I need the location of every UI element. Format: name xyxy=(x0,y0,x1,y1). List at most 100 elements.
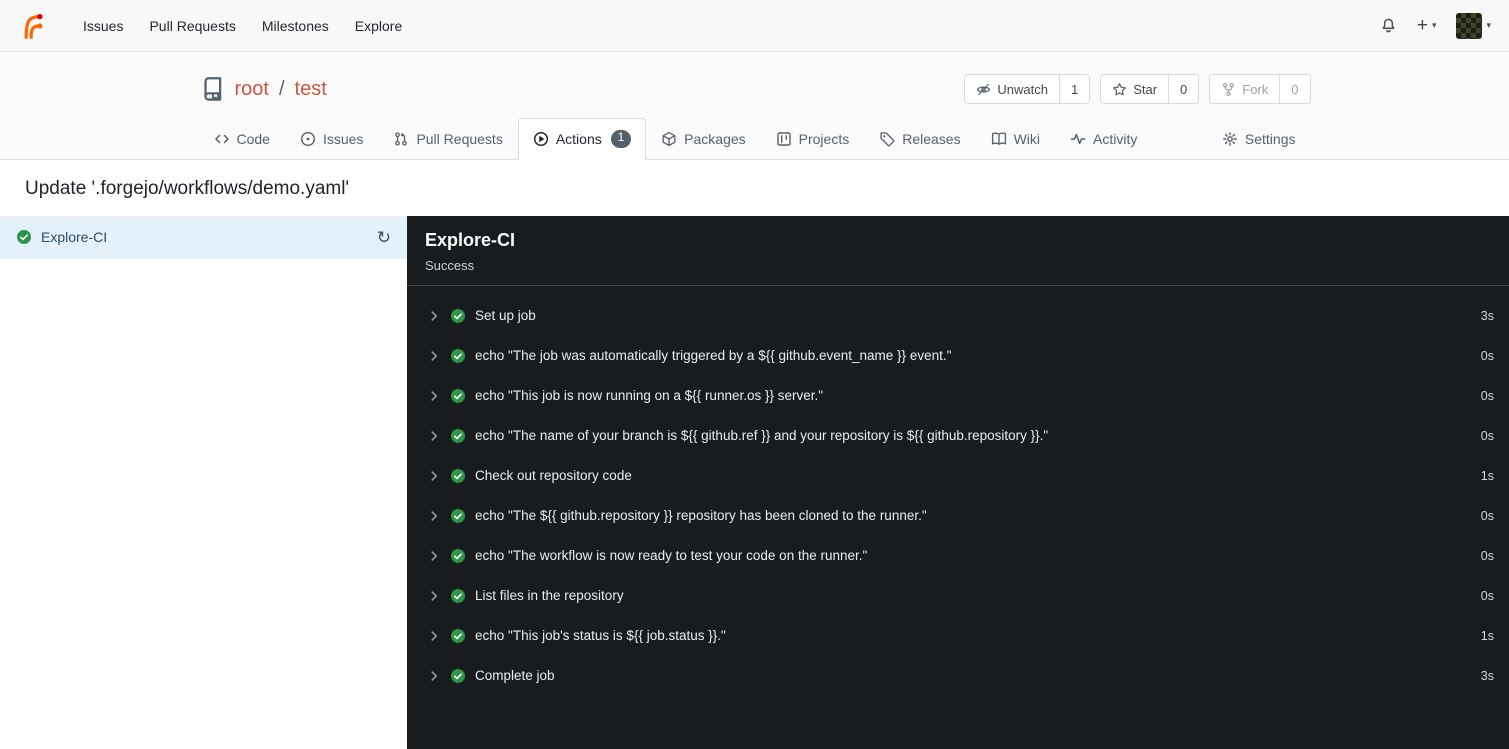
create-new-button[interactable]: + ▾ xyxy=(1417,16,1437,35)
user-menu[interactable]: ▾ xyxy=(1456,12,1491,39)
step-row[interactable]: echo "This job is now running on a ${{ r… xyxy=(427,376,1494,416)
nav-milestones[interactable]: Milestones xyxy=(249,10,342,42)
step-success-icon xyxy=(450,468,466,484)
fork-icon xyxy=(1221,82,1236,97)
step-row[interactable]: echo "The job was automatically triggere… xyxy=(427,336,1494,376)
unwatch-label: Unwatch xyxy=(997,81,1048,97)
avatar xyxy=(1456,12,1483,39)
eye-slash-icon xyxy=(976,82,991,97)
step-success-icon xyxy=(450,628,466,644)
job-name: Explore-CI xyxy=(425,229,516,250)
chevron-right-icon[interactable] xyxy=(427,549,441,563)
tab-packages[interactable]: Packages xyxy=(646,119,760,159)
gear-icon xyxy=(1222,131,1238,147)
star-button-group: Star 0 xyxy=(1100,74,1200,104)
step-duration: 0s xyxy=(1480,348,1494,363)
job-status: Success xyxy=(425,257,475,273)
step-row[interactable]: Check out repository code 1s xyxy=(427,456,1494,496)
step-row[interactable]: echo "The workflow is now ready to test … xyxy=(427,536,1494,576)
chevron-right-icon[interactable] xyxy=(427,669,441,683)
fork-label: Fork xyxy=(1242,81,1269,97)
repo-icon xyxy=(199,76,225,102)
step-row[interactable]: echo "The name of your branch is ${{ git… xyxy=(427,416,1494,456)
actions-count-badge: 1 xyxy=(610,130,632,148)
tab-actions[interactable]: Actions 1 xyxy=(517,118,647,160)
step-row[interactable]: List files in the repository 0s xyxy=(427,576,1494,616)
step-success-icon xyxy=(450,388,466,404)
step-duration: 3s xyxy=(1480,668,1494,683)
step-duration: 0s xyxy=(1480,508,1494,523)
step-row[interactable]: echo "This job's status is ${{ job.statu… xyxy=(427,616,1494,656)
step-success-icon xyxy=(450,588,466,604)
job-item-explore-ci[interactable]: Explore-CI ↻ xyxy=(0,215,407,259)
step-duration: 1s xyxy=(1480,628,1494,643)
forks-count[interactable]: 0 xyxy=(1279,75,1310,103)
job-sidebar: Explore-CI ↻ xyxy=(0,215,407,749)
chevron-down-icon: ▾ xyxy=(1431,20,1437,30)
actions-run-view: Update '.forgejo/workflows/demo.yaml' Ex… xyxy=(0,160,1509,749)
star-label: Star xyxy=(1133,81,1158,97)
step-success-icon xyxy=(450,508,466,524)
stars-count[interactable]: 0 xyxy=(1168,75,1199,103)
nav-explore[interactable]: Explore xyxy=(342,10,415,42)
rerun-job-icon[interactable]: ↻ xyxy=(377,229,391,246)
bell-icon xyxy=(1380,17,1397,34)
nav-pull-requests[interactable]: Pull Requests xyxy=(136,10,248,42)
chevron-right-icon[interactable] xyxy=(427,629,441,643)
watchers-count[interactable]: 1 xyxy=(1058,75,1090,103)
page: Issues Pull Requests Milestones Explore … xyxy=(0,0,1509,749)
tab-code[interactable]: Code xyxy=(199,119,285,159)
nav-issues[interactable]: Issues xyxy=(70,10,136,42)
tag-icon xyxy=(879,131,895,147)
tab-projects[interactable]: Projects xyxy=(761,119,865,159)
repo-tabs: Code Issues Pull Requests Actions 1 Pack… xyxy=(199,118,1311,160)
step-row[interactable]: Complete job 3s xyxy=(427,656,1494,696)
job-log-header: Explore-CI Success xyxy=(407,216,1509,286)
forgejo-logo[interactable] xyxy=(18,11,48,41)
step-success-icon xyxy=(450,668,466,684)
chevron-down-icon: ▾ xyxy=(1486,20,1491,30)
navbar-right: + ▾ ▾ xyxy=(1380,12,1491,39)
repo-name-link[interactable]: test xyxy=(295,78,327,101)
top-navbar: Issues Pull Requests Milestones Explore … xyxy=(0,0,1509,52)
step-duration: 0s xyxy=(1480,548,1494,563)
chevron-right-icon[interactable] xyxy=(427,429,441,443)
step-success-icon xyxy=(450,308,466,324)
run-title: Update '.forgejo/workflows/demo.yaml' xyxy=(25,177,350,199)
step-success-icon xyxy=(450,428,466,444)
fork-button-group: Fork 0 xyxy=(1209,74,1311,104)
chevron-right-icon[interactable] xyxy=(427,509,441,523)
book-icon xyxy=(991,131,1007,147)
package-icon xyxy=(661,131,677,147)
tab-activity[interactable]: Activity xyxy=(1055,119,1152,159)
star-button[interactable]: Star xyxy=(1101,75,1169,103)
fork-button[interactable]: Fork xyxy=(1210,75,1280,103)
chevron-right-icon[interactable] xyxy=(427,469,441,483)
unwatch-button[interactable]: Unwatch xyxy=(965,75,1059,103)
code-icon xyxy=(214,131,230,147)
tab-pull-requests[interactable]: Pull Requests xyxy=(378,119,517,159)
project-board-icon xyxy=(776,131,792,147)
pulse-icon xyxy=(1070,131,1086,147)
repo-header: root / test Unwatch 1 Star 0 Fork 0 Code… xyxy=(0,52,1509,160)
step-duration: 0s xyxy=(1480,428,1494,443)
step-row[interactable]: Set up job 3s xyxy=(427,296,1494,336)
tab-releases[interactable]: Releases xyxy=(864,119,975,159)
chevron-right-icon[interactable] xyxy=(427,349,441,363)
notifications-button[interactable] xyxy=(1380,17,1397,34)
tab-issues[interactable]: Issues xyxy=(285,119,378,159)
step-success-icon xyxy=(450,348,466,364)
chevron-right-icon[interactable] xyxy=(427,309,441,323)
issue-icon xyxy=(300,131,316,147)
watch-button-group: Unwatch 1 xyxy=(964,74,1091,104)
chevron-right-icon[interactable] xyxy=(427,589,441,603)
play-circle-icon xyxy=(533,131,549,147)
chevron-right-icon[interactable] xyxy=(427,389,441,403)
tab-wiki[interactable]: Wiki xyxy=(976,119,1055,159)
repo-actions: Unwatch 1 Star 0 Fork 0 xyxy=(964,74,1311,104)
step-row[interactable]: echo "The ${{ github.repository }} repos… xyxy=(427,496,1494,536)
tab-settings[interactable]: Settings xyxy=(1207,119,1311,159)
plus-icon: + xyxy=(1416,15,1428,36)
repo-owner-link[interactable]: root xyxy=(235,78,269,101)
step-list: Set up job 3s echo "The job was automati… xyxy=(407,286,1509,706)
